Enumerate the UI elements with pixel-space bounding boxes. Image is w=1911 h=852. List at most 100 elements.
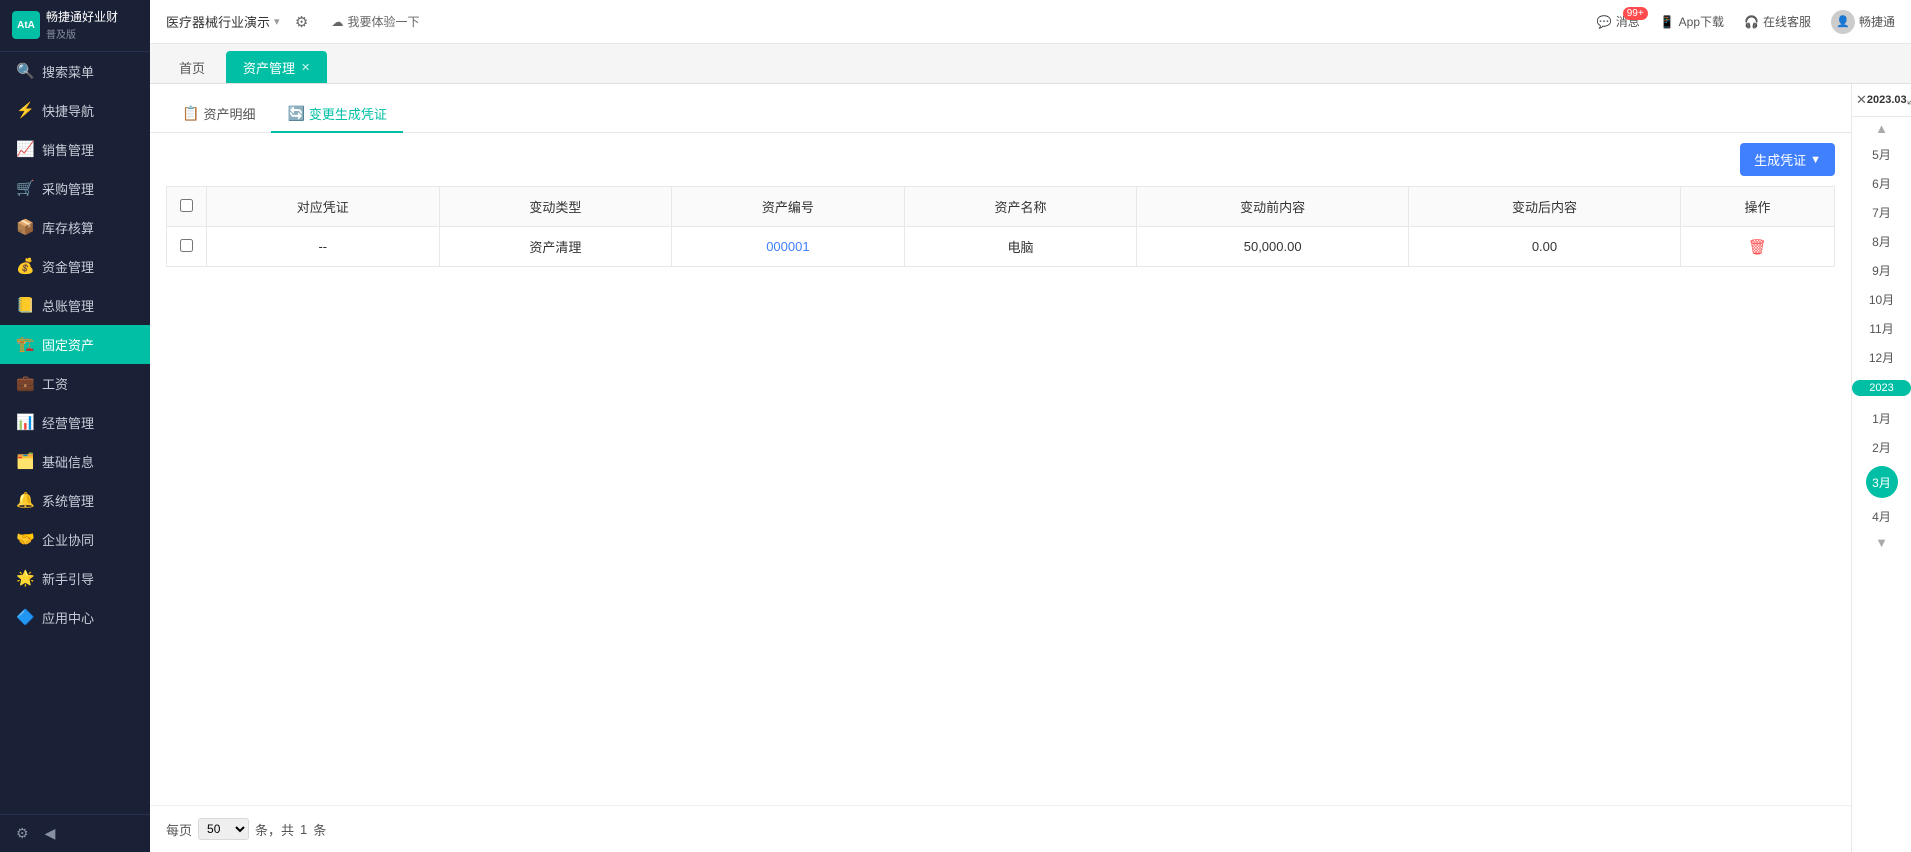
experience-button[interactable]: ☁ 我要体验一下 (332, 13, 420, 30)
sidebar-item-system[interactable]: 🔔系统管理 (0, 481, 150, 520)
cal-month-9[interactable]: 9月 (1852, 256, 1911, 285)
sidebar-label-operations: 经营管理 (42, 413, 94, 432)
cal-month-2[interactable]: 2月 (1852, 433, 1911, 462)
sidebar-label-enterprise: 企业协同 (42, 530, 94, 549)
customer-service-button[interactable]: 🎧 在线客服 (1744, 13, 1811, 30)
select-all-checkbox[interactable] (180, 199, 193, 212)
cal-month-3-active[interactable]: 3月 (1866, 466, 1898, 498)
username: 畅捷通 (1859, 13, 1895, 30)
header-settings-button[interactable]: ⚙ (288, 8, 316, 36)
funds-icon: 💰 (16, 257, 34, 275)
sidebar-item-app-center[interactable]: 🔷应用中心 (0, 598, 150, 637)
sidebar-item-inventory[interactable]: 📦库存核算 (0, 208, 150, 247)
sidebar-item-fixed-assets[interactable]: 🏗️ 固定资产 (0, 325, 150, 364)
fixed-assets-icon: 🏗️ (16, 335, 34, 353)
user-profile[interactable]: 👤 畅捷通 (1831, 10, 1895, 34)
download-icon: 📱 (1660, 15, 1675, 29)
sidebar-label-funds: 资金管理 (42, 257, 94, 276)
sub-tab-asset-detail[interactable]: 📋 资产明细 (166, 96, 271, 133)
cal-month-4[interactable]: 4月 (1852, 502, 1911, 531)
enterprise-icon: 🤝 (16, 530, 34, 548)
cal-month-12[interactable]: 12月 (1852, 343, 1911, 372)
row-after-change: 0.00 (1409, 227, 1681, 267)
main-area: 医疗器械行业演示 ▾ ⚙ ☁ 我要体验一下 💬 消息 99+ 📱 App下载 🎧… (150, 0, 1911, 852)
sidebar-label-ledger: 总账管理 (42, 296, 94, 315)
collapse-icon[interactable]: ◀ (45, 825, 56, 842)
per-page-select[interactable]: 50 10 20 100 (198, 818, 249, 840)
sidebar-item-payroll[interactable]: 💼 工资 (0, 364, 150, 403)
sidebar-label-system: 系统管理 (42, 491, 94, 510)
top-header: 医疗器械行业演示 ▾ ⚙ ☁ 我要体验一下 💬 消息 99+ 📱 App下载 🎧… (150, 0, 1911, 44)
sidebar-label-basic-info: 基础信息 (42, 452, 94, 471)
message-button[interactable]: 💬 消息 99+ (1597, 13, 1640, 30)
generate-voucher-button[interactable]: 生成凭证 ▼ (1740, 143, 1835, 176)
row-change-type: 资产清理 (439, 227, 672, 267)
delete-icon[interactable]: 🗑 (1748, 239, 1767, 256)
message-icon: 💬 (1597, 15, 1612, 29)
tab-asset-label: 资产管理 (243, 58, 295, 77)
avatar: 👤 (1831, 10, 1855, 34)
operations-icon: 📊 (16, 413, 34, 431)
sidebar-item-basic-info[interactable]: 🗂️ 基础信息 (0, 442, 150, 481)
total-suffix: 条 (313, 820, 326, 839)
sidebar-nav: 🔍搜索菜单 ⚡ 快捷导航 📈销售管理🛒采购管理📦库存核算 💰 资金管理 📒 总账管理 🏗️ 固定资… (0, 52, 150, 814)
panel-close-button[interactable]: ✕ (1856, 90, 1867, 110)
tab-home[interactable]: 首页 (162, 51, 222, 83)
sidebar-label-fixed-assets: 固定资产 (42, 335, 94, 354)
sidebar-label-payroll: 工资 (42, 374, 68, 393)
cal-month-11[interactable]: 11月 (1852, 314, 1911, 343)
ledger-icon: 📒 (16, 296, 34, 314)
cloud-icon: ☁ (332, 15, 344, 29)
app-download-button[interactable]: 📱 App下载 (1660, 13, 1724, 30)
basic-info-icon: 🗂️ (16, 452, 34, 470)
sidebar-label-purchase: 采购管理 (42, 179, 94, 198)
tab-close-icon[interactable]: ✕ (301, 61, 310, 74)
th-operation: 操作 (1680, 187, 1834, 227)
table-container: 对应凭证 变动类型 资产编号 资产名称 变动前内容 变动后内容 操作 (150, 186, 1851, 805)
per-page-label: 每页 (166, 820, 192, 839)
company-selector[interactable]: 医疗器械行业演示 ▾ (166, 12, 280, 31)
panel-expand-button[interactable]: ⤢ (1907, 90, 1911, 110)
generate-voucher-label: 生成凭证 (1754, 150, 1806, 169)
cal-nav-up[interactable]: ▲ (1852, 117, 1911, 140)
customer-service-label: 在线客服 (1763, 13, 1811, 30)
cal-month-8[interactable]: 8月 (1852, 227, 1911, 256)
sidebar-item-enterprise[interactable]: 🤝 企业协同 (0, 520, 150, 559)
th-voucher: 对应凭证 (207, 187, 440, 227)
cal-month-7[interactable]: 7月 (1852, 198, 1911, 227)
sidebar-item-funds[interactable]: 💰 资金管理 (0, 247, 150, 286)
row-checkbox-cell (167, 227, 207, 267)
sub-tab-change-voucher-label: 变更生成凭证 (309, 104, 387, 123)
sidebar-label-search: 搜索菜单 (42, 62, 94, 81)
table-toolbar: 生成凭证 ▼ (150, 133, 1851, 186)
sidebar-item-ledger[interactable]: 📒 总账管理 (0, 286, 150, 325)
th-change-type: 变动类型 (439, 187, 672, 227)
message-badge: 99+ (1623, 7, 1648, 20)
cal-nav-down[interactable]: ▼ (1852, 531, 1911, 554)
sidebar-label-app-center: 应用中心 (42, 608, 94, 627)
sidebar-item-operations[interactable]: 📊 经营管理 (0, 403, 150, 442)
quick-nav-icon: ⚡ (16, 101, 34, 119)
row-checkbox[interactable] (180, 239, 193, 252)
sidebar-item-quick-nav[interactable]: ⚡ 快捷导航 (0, 91, 150, 130)
cal-month-10[interactable]: 10月 (1852, 285, 1911, 314)
sidebar-item-guide[interactable]: 🌟新手引导 (0, 559, 150, 598)
sub-tab-change-voucher[interactable]: 🔄 变更生成凭证 (271, 96, 402, 133)
sidebar-label-quick-nav: 快捷导航 (42, 101, 94, 120)
cal-month-5[interactable]: 5月 (1852, 140, 1911, 169)
settings-icon[interactable]: ⚙ (16, 825, 29, 842)
cal-month-1[interactable]: 1月 (1852, 404, 1911, 433)
payroll-icon: 💼 (16, 374, 34, 392)
th-checkbox (167, 187, 207, 227)
inventory-icon: 📦 (16, 218, 34, 236)
right-panel: ✕ 2023.03 ⤢ ▲ 5月 6月 7月 8月 9月 10月 11月 12月… (1851, 84, 1911, 852)
sidebar-item-sales[interactable]: 📈销售管理 (0, 130, 150, 169)
cal-month-6[interactable]: 6月 (1852, 169, 1911, 198)
content-main: 📋 资产明细 🔄 变更生成凭证 生成凭证 ▼ (150, 84, 1851, 852)
cal-year-badge[interactable]: 2023 (1852, 380, 1911, 396)
sub-tab-asset-detail-label: 资产明细 (203, 104, 255, 123)
sidebar-item-purchase[interactable]: 🛒采购管理 (0, 169, 150, 208)
experience-label: 我要体验一下 (348, 13, 420, 30)
tab-asset-management[interactable]: 资产管理 ✕ (226, 51, 327, 83)
sidebar-item-search[interactable]: 🔍搜索菜单 (0, 52, 150, 91)
